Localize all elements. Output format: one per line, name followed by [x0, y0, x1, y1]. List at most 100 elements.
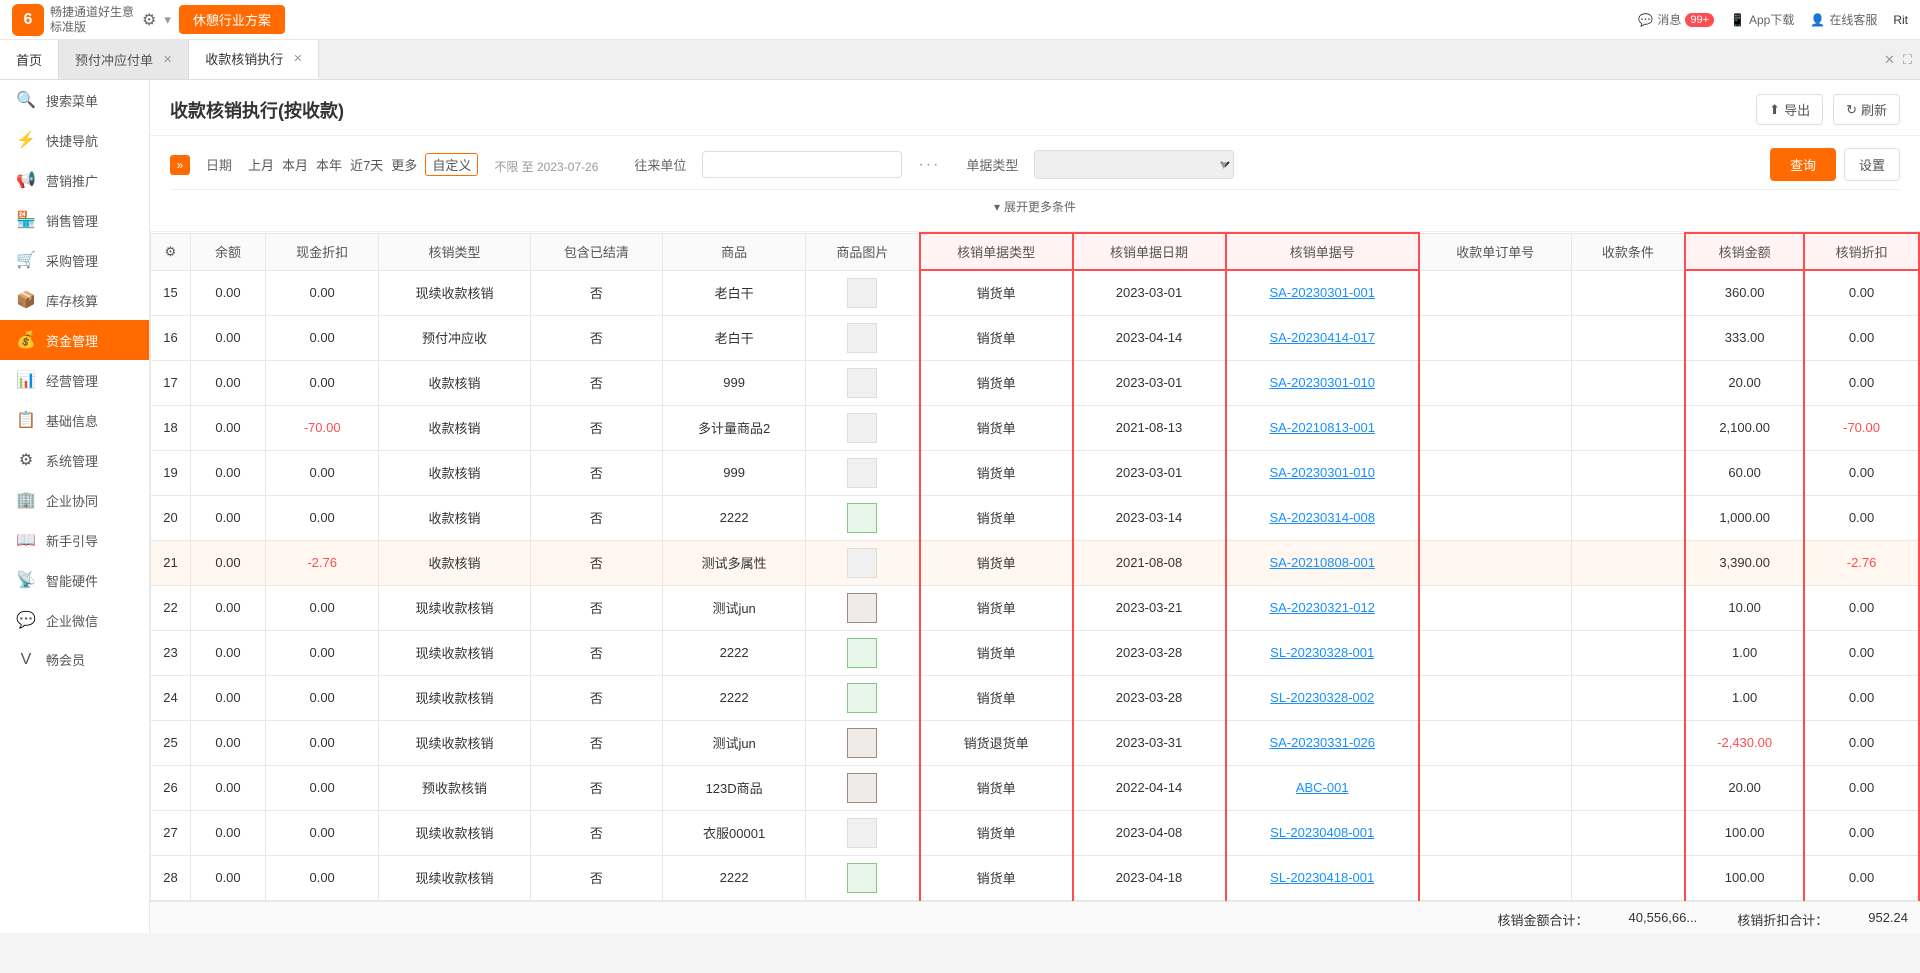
this-year-btn[interactable]: 本年: [316, 155, 342, 174]
cell-row-no: 23: [151, 630, 191, 675]
cell-verify-no[interactable]: SA-20230301-001: [1226, 270, 1419, 315]
more-btn[interactable]: 更多: [391, 155, 417, 174]
cell-balance: 0.00: [191, 270, 266, 315]
sidebar-item-marketing[interactable]: 📢 营销推广: [0, 160, 149, 200]
dots-button[interactable]: ···: [918, 156, 940, 174]
sidebar-item-purchase[interactable]: 🛒 采购管理: [0, 240, 149, 280]
tab-close-prepay[interactable]: ✕: [163, 53, 172, 66]
cell-receipt-order-no: [1419, 720, 1571, 765]
tab-prepay[interactable]: 预付冲应付单 ✕: [59, 40, 189, 79]
tab-close-verify[interactable]: ✕: [293, 52, 302, 65]
sidebar-item-quick-nav[interactable]: ⚡ 快捷导航: [0, 120, 149, 160]
app-download-button[interactable]: 📱 App下载: [1730, 11, 1794, 28]
cell-verify-no[interactable]: SA-20230331-026: [1226, 720, 1419, 765]
sidebar-item-basic[interactable]: 📋 基础信息: [0, 400, 149, 440]
sidebar-item-guide[interactable]: 📖 新手引导: [0, 520, 149, 560]
filter-settings-button[interactable]: 设置: [1844, 148, 1900, 181]
sidebar-item-hardware[interactable]: 📡 智能硬件: [0, 560, 149, 600]
sidebar-item-stock[interactable]: 📦 库存核算: [0, 280, 149, 320]
last-month-btn[interactable]: 上月: [248, 155, 274, 174]
online-service-button[interactable]: 👤 在线客服: [1810, 11, 1877, 28]
expand-conditions-btn[interactable]: ▾ 展开更多条件: [170, 189, 1900, 219]
cell-verify-no[interactable]: SA-20230314-008: [1226, 495, 1419, 540]
col-receipt-condition: 收款条件: [1571, 233, 1685, 270]
col-goods: 商品: [663, 233, 806, 270]
custom-badge[interactable]: 自定义: [425, 153, 478, 176]
message-badge: 99+: [1685, 13, 1714, 27]
cell-verify-amount: 3,390.00: [1685, 540, 1804, 585]
table-row[interactable]: 22 0.00 0.00 现续收款核销 否 测试jun 销货单 2023-03-…: [151, 585, 1920, 630]
cell-verify-no[interactable]: SA-20210808-001: [1226, 540, 1419, 585]
cell-verify-receipt-type: 销货单: [920, 765, 1073, 810]
cell-receipt-order-no: [1419, 855, 1571, 900]
table-wrapper[interactable]: ⚙ 余额 现金折扣 核销类型 包含已结清 商品 商品图片 核销单据类型 核销单据…: [150, 232, 1920, 933]
solution-button[interactable]: 休憩行业方案: [179, 5, 285, 34]
window-close-icon[interactable]: ✕: [1884, 52, 1895, 68]
filter-toggle-button[interactable]: »: [170, 155, 190, 175]
tab-verify[interactable]: 收款核销执行 ✕: [189, 40, 319, 79]
cell-goods: 123D商品: [663, 765, 806, 810]
sidebar-item-enterprise[interactable]: 🏢 企业协同: [0, 480, 149, 520]
cell-verify-no[interactable]: SA-20210813-001: [1226, 405, 1419, 450]
table-row[interactable]: 15 0.00 0.00 现续收款核销 否 老白干 销货单 2023-03-01…: [151, 270, 1920, 315]
sidebar-item-search-menu[interactable]: 🔍 搜索菜单: [0, 80, 149, 120]
from-unit-input[interactable]: [702, 151, 902, 178]
table-row[interactable]: 28 0.00 0.00 现续收款核销 否 2222 销货单 2023-04-1…: [151, 855, 1920, 900]
refresh-button[interactable]: ↻ 刷新: [1833, 94, 1900, 125]
cell-goods: 测试多属性: [663, 540, 806, 585]
cell-verify-no[interactable]: SA-20230321-012: [1226, 585, 1419, 630]
cell-receipt-condition: [1571, 270, 1685, 315]
cell-verify-no[interactable]: SA-20230301-010: [1226, 360, 1419, 405]
col-settings[interactable]: ⚙: [151, 233, 191, 270]
cell-verify-discount: 0.00: [1804, 585, 1919, 630]
cell-verify-no[interactable]: SA-20230301-010: [1226, 450, 1419, 495]
cell-verify-amount: 1.00: [1685, 630, 1804, 675]
cell-verify-receipt-type: 销货单: [920, 810, 1073, 855]
table-row[interactable]: 21 0.00 -2.76 收款核销 否 测试多属性 销货单 2021-08-0…: [151, 540, 1920, 585]
cell-verify-discount: 0.00: [1804, 360, 1919, 405]
dropdown-arrow[interactable]: ▾: [164, 12, 171, 28]
cell-verify-no[interactable]: ABC-001: [1226, 765, 1419, 810]
cell-verify-no[interactable]: SL-20230418-001: [1226, 855, 1419, 900]
cell-receipt-order-no: [1419, 675, 1571, 720]
table-row[interactable]: 19 0.00 0.00 收款核销 否 999 销货单 2023-03-01 S…: [151, 450, 1920, 495]
sidebar-item-sales[interactable]: 🏪 销售管理: [0, 200, 149, 240]
table-row[interactable]: 20 0.00 0.00 收款核销 否 2222 销货单 2023-03-14 …: [151, 495, 1920, 540]
table-row[interactable]: 16 0.00 0.00 预付冲应收 否 老白干 销货单 2023-04-14 …: [151, 315, 1920, 360]
table-row[interactable]: 17 0.00 0.00 收款核销 否 999 销货单 2023-03-01 S…: [151, 360, 1920, 405]
window-maximize-icon[interactable]: ⛶: [1903, 52, 1912, 68]
cell-goods-img: [806, 405, 920, 450]
sidebar-item-biz[interactable]: 📊 经营管理: [0, 360, 149, 400]
service-icon: 👤: [1810, 13, 1825, 27]
table-row[interactable]: 27 0.00 0.00 现续收款核销 否 衣服00001 销货单 2023-0…: [151, 810, 1920, 855]
table-row[interactable]: 23 0.00 0.00 现续收款核销 否 2222 销货单 2023-03-2…: [151, 630, 1920, 675]
cell-verify-no[interactable]: SL-20230328-001: [1226, 630, 1419, 675]
sidebar-item-vip[interactable]: V 畅会员: [0, 640, 149, 679]
cell-verify-no[interactable]: SL-20230328-002: [1226, 675, 1419, 720]
gear-button[interactable]: ⚙: [142, 10, 156, 30]
cell-verify-date: 2023-03-28: [1073, 675, 1226, 720]
sidebar-item-fund[interactable]: 💰 资金管理: [0, 320, 149, 360]
cell-verify-date: 2023-03-21: [1073, 585, 1226, 630]
cell-goods-img: [806, 630, 920, 675]
cell-receipt-order-no: [1419, 405, 1571, 450]
query-button[interactable]: 查询: [1770, 148, 1836, 181]
cell-include-settled: 否: [530, 495, 662, 540]
sidebar-item-wechat[interactable]: 💬 企业微信: [0, 600, 149, 640]
cell-include-settled: 否: [530, 450, 662, 495]
sidebar-item-system[interactable]: ⚙ 系统管理: [0, 440, 149, 480]
last7-btn[interactable]: 近7天: [350, 155, 383, 174]
this-month-btn[interactable]: 本月: [282, 155, 308, 174]
receipt-type-select[interactable]: [1034, 150, 1234, 179]
cell-verify-no[interactable]: SA-20230414-017: [1226, 315, 1419, 360]
user-profile[interactable]: Rit: [1893, 13, 1908, 27]
table-row[interactable]: 26 0.00 0.00 预收款核销 否 123D商品 销货单 2022-04-…: [151, 765, 1920, 810]
message-button[interactable]: 💬 消息 99+: [1638, 11, 1714, 28]
table-row[interactable]: 24 0.00 0.00 现续收款核销 否 2222 销货单 2023-03-2…: [151, 675, 1920, 720]
export-button[interactable]: ⬆ 导出: [1756, 94, 1823, 125]
table-row[interactable]: 18 0.00 -70.00 收款核销 否 多计量商品2 销货单 2021-08…: [151, 405, 1920, 450]
table-row[interactable]: 25 0.00 0.00 现续收款核销 否 测试jun 销货退货单 2023-0…: [151, 720, 1920, 765]
cell-verify-no[interactable]: SL-20230408-001: [1226, 810, 1419, 855]
tab-home[interactable]: 首页: [0, 40, 59, 79]
cell-verify-type: 现续收款核销: [379, 675, 530, 720]
